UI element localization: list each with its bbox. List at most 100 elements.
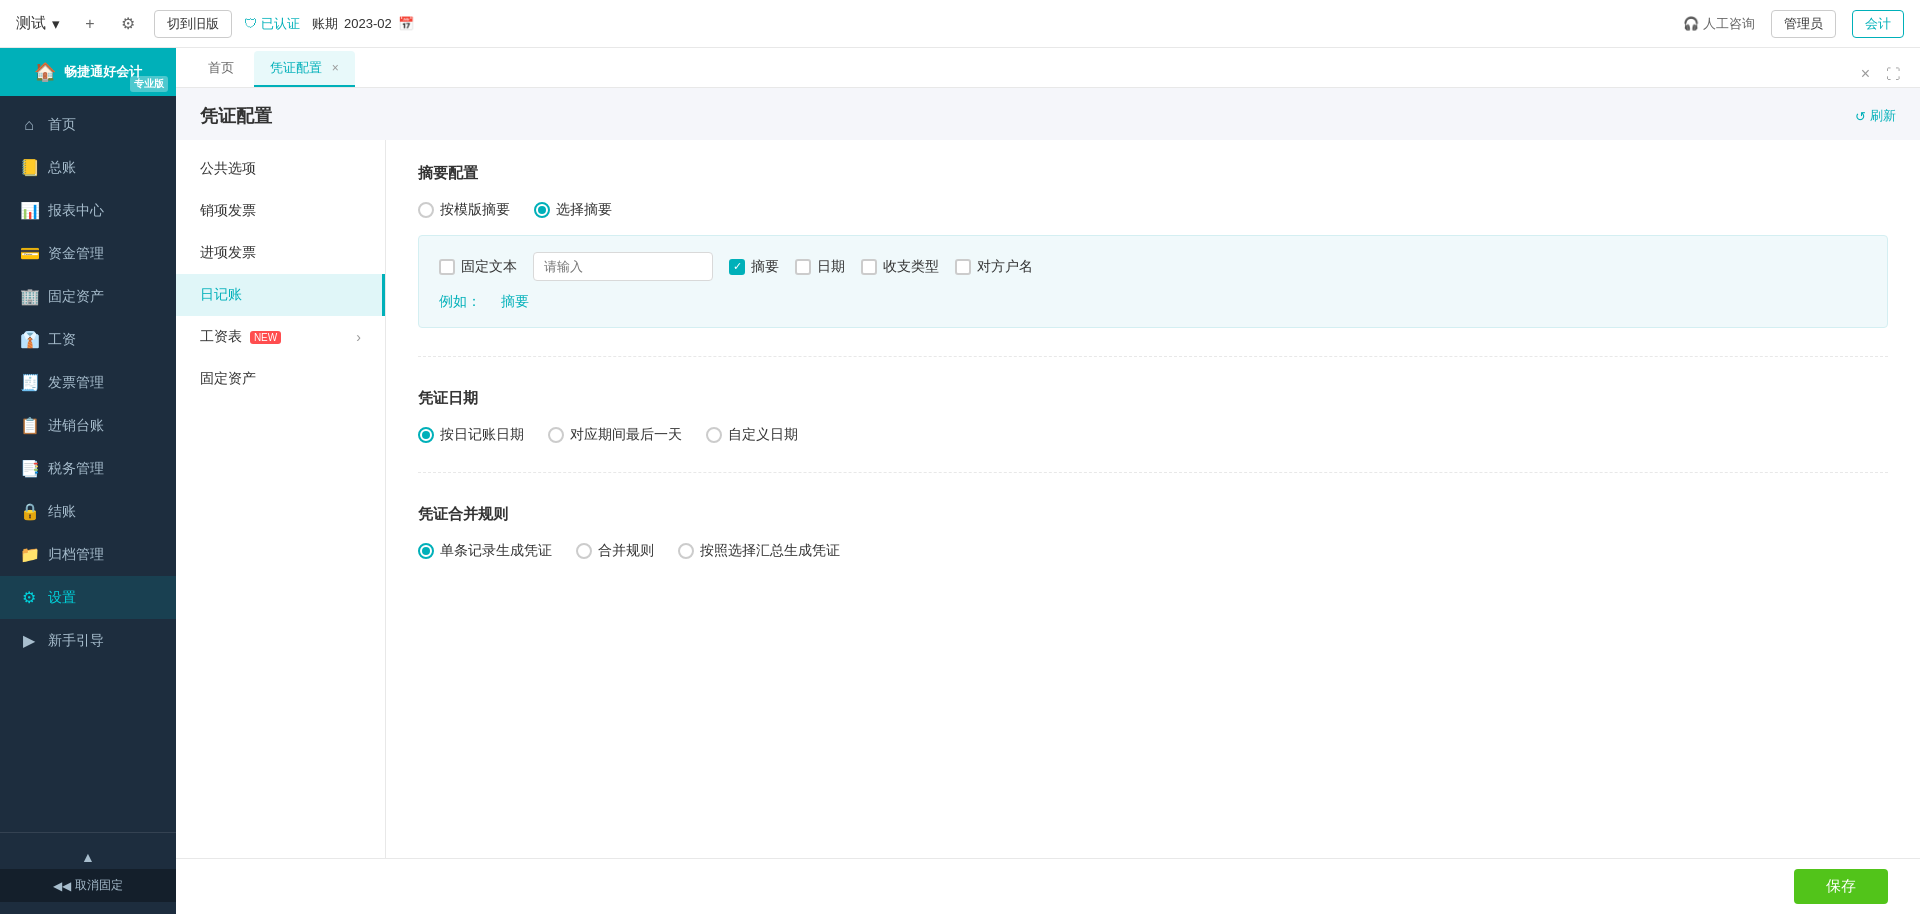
sidebar-item-label: 进销台账 [48, 417, 104, 435]
close-period-icon: 🔒 [20, 502, 38, 521]
sidebar-item-label: 资金管理 [48, 245, 104, 263]
sidebar-item-label: 税务管理 [48, 460, 104, 478]
sidebar-item-asset[interactable]: 🏢 固定资产 [0, 275, 176, 318]
calendar-icon[interactable]: 📅 [398, 16, 414, 31]
sidebar-logo: 🏠 畅捷通好会计 专业版 [0, 48, 176, 96]
certified-badge: 🛡 已认证 [244, 15, 300, 33]
template-summary-radio-circle [418, 202, 434, 218]
sidebar-bottom: ▲ ◀◀ 取消固定 [0, 832, 176, 914]
project-name: 测试 [16, 14, 46, 33]
merge-section: 凭证合并规则 单条记录生成凭证 合并规则 [418, 505, 1888, 588]
period-info: 账期 2023-02 📅 [312, 15, 414, 33]
settings-icon[interactable]: ⚙ [114, 10, 142, 38]
sidebar-item-home[interactable]: ⌂ 首页 [0, 104, 176, 146]
sidebar-item-label: 固定资产 [48, 288, 104, 306]
bottom-bar: 保存 [176, 858, 1920, 914]
merge-rule-radio[interactable]: 合并规则 [576, 542, 654, 560]
sidebar-item-label: 首页 [48, 116, 76, 134]
sidebar-item-archive[interactable]: 📁 归档管理 [0, 533, 176, 576]
date-section: 凭证日期 按日记账日期 对应期间最后一天 [418, 389, 1888, 473]
switch-old-button[interactable]: 切到旧版 [154, 10, 232, 38]
voucher-inner: 公共选项 销项发票 进项发票 日记账 工资表 NEW [176, 140, 1920, 858]
custom-date-radio[interactable]: 自定义日期 [706, 426, 798, 444]
sidebar-item-ledger[interactable]: 📒 总账 [0, 146, 176, 189]
topbar: 测试 ▾ + ⚙ 切到旧版 🛡 已认证 账期 2023-02 📅 🎧 人工咨询 … [0, 0, 1920, 48]
merge-radio-group: 单条记录生成凭证 合并规则 按照选择汇总生成凭证 [418, 542, 1888, 560]
chevron-icon: › [356, 329, 361, 345]
fixed-text-checkbox[interactable]: 固定文本 [439, 258, 517, 276]
add-button[interactable]: + [76, 10, 104, 38]
accountant-button[interactable]: 会计 [1852, 10, 1904, 38]
settings-sidebar-icon: ⚙ [20, 588, 38, 607]
sidebar-item-label: 工资 [48, 331, 76, 349]
example-label: 例如： [439, 293, 481, 311]
example-row: 例如： 摘要 [439, 293, 1867, 311]
tab-bar-controls: × ⛶ [1857, 61, 1904, 87]
wage-icon: 👔 [20, 330, 38, 349]
new-badge: NEW [250, 331, 281, 344]
tab-voucher-config[interactable]: 凭证配置 × [254, 51, 355, 87]
single-record-radio[interactable]: 单条记录生成凭证 [418, 542, 552, 560]
date-checkbox[interactable]: 日期 [795, 258, 845, 276]
select-summary-radio[interactable]: 选择摘要 [534, 201, 612, 219]
counterparty-checkbox-box [955, 259, 971, 275]
fund-icon: 💳 [20, 244, 38, 263]
refresh-button[interactable]: ↺ 刷新 [1855, 107, 1896, 125]
counterparty-checkbox[interactable]: 对方户名 [955, 258, 1033, 276]
select-merge-radio[interactable]: 按照选择汇总生成凭证 [678, 542, 840, 560]
summary-title: 摘要配置 [418, 164, 1888, 183]
refresh-icon: ↺ [1855, 109, 1866, 124]
fixed-text-checkbox-box [439, 259, 455, 275]
merge-title: 凭证合并规则 [418, 505, 1888, 524]
save-button[interactable]: 保存 [1794, 869, 1888, 904]
config-area: 摘要配置 按模版摘要 选择摘要 [386, 140, 1920, 858]
sidebar-scroll-up[interactable]: ▲ [0, 845, 176, 869]
left-menu-payroll[interactable]: 工资表 NEW › [176, 316, 385, 358]
sidebar-item-guide[interactable]: ▶ 新手引导 [0, 619, 176, 662]
left-menu-sale-invoice[interactable]: 销项发票 [176, 190, 385, 232]
tab-home[interactable]: 首页 [192, 51, 250, 87]
fixed-text-input[interactable] [533, 252, 713, 281]
unpin-icon: ◀◀ [53, 879, 71, 893]
payment-type-checkbox[interactable]: 收支类型 [861, 258, 939, 276]
sidebar-item-wage[interactable]: 👔 工资 [0, 318, 176, 361]
project-selector[interactable]: 测试 ▾ [16, 14, 60, 33]
sidebar-item-trade[interactable]: 📋 进销台账 [0, 404, 176, 447]
tax-icon: 📑 [20, 459, 38, 478]
service-button[interactable]: 🎧 人工咨询 [1683, 15, 1755, 33]
template-summary-radio[interactable]: 按模版摘要 [418, 201, 510, 219]
period-last-radio[interactable]: 对应期间最后一天 [548, 426, 682, 444]
left-menu-public[interactable]: 公共选项 [176, 148, 385, 190]
archive-icon: 📁 [20, 545, 38, 564]
cancel-fixed-button[interactable]: ◀◀ 取消固定 [0, 869, 176, 902]
custom-date-radio-circle [706, 427, 722, 443]
sidebar-nav: ⌂ 首页 📒 总账 📊 报表中心 💳 资金管理 🏢 固定资产 👔 工资 [0, 96, 176, 832]
sidebar-item-label: 结账 [48, 503, 76, 521]
admin-button[interactable]: 管理员 [1771, 10, 1836, 38]
asset-icon: 🏢 [20, 287, 38, 306]
left-menu: 公共选项 销项发票 进项发票 日记账 工资表 NEW [176, 140, 386, 858]
sidebar-item-settings[interactable]: ⚙ 设置 [0, 576, 176, 619]
sidebar-item-close[interactable]: 🔒 结账 [0, 490, 176, 533]
select-merge-radio-circle [678, 543, 694, 559]
sidebar-item-tax[interactable]: 📑 税务管理 [0, 447, 176, 490]
summary-sub-box: 固定文本 ✓ 摘要 日期 [418, 235, 1888, 328]
tab-close-icon[interactable]: × [332, 61, 339, 75]
left-menu-purchase-invoice[interactable]: 进项发票 [176, 232, 385, 274]
left-menu-fixed-asset[interactable]: 固定资产 [176, 358, 385, 400]
sidebar-item-report[interactable]: 📊 报表中心 [0, 189, 176, 232]
tab-bar-close-button[interactable]: × [1857, 61, 1874, 87]
journal-date-radio[interactable]: 按日记账日期 [418, 426, 524, 444]
main-layout: 🏠 畅捷通好会计 专业版 ⌂ 首页 📒 总账 📊 报表中心 💳 资金管理 🏢 [0, 48, 1920, 914]
left-menu-journal[interactable]: 日记账 [176, 274, 385, 316]
trade-icon: 📋 [20, 416, 38, 435]
sidebar-item-fund[interactable]: 💳 资金管理 [0, 232, 176, 275]
sidebar-item-label: 总账 [48, 159, 76, 177]
invoice-icon: 🧾 [20, 373, 38, 392]
content-area: 首页 凭证配置 × × ⛶ 凭证配置 ↺ 刷新 [176, 48, 1920, 914]
tab-bar-expand-button[interactable]: ⛶ [1882, 62, 1904, 86]
report-icon: 📊 [20, 201, 38, 220]
topbar-actions: + ⚙ [76, 10, 142, 38]
sidebar-item-invoice[interactable]: 🧾 发票管理 [0, 361, 176, 404]
summary-checkbox[interactable]: ✓ 摘要 [729, 258, 779, 276]
